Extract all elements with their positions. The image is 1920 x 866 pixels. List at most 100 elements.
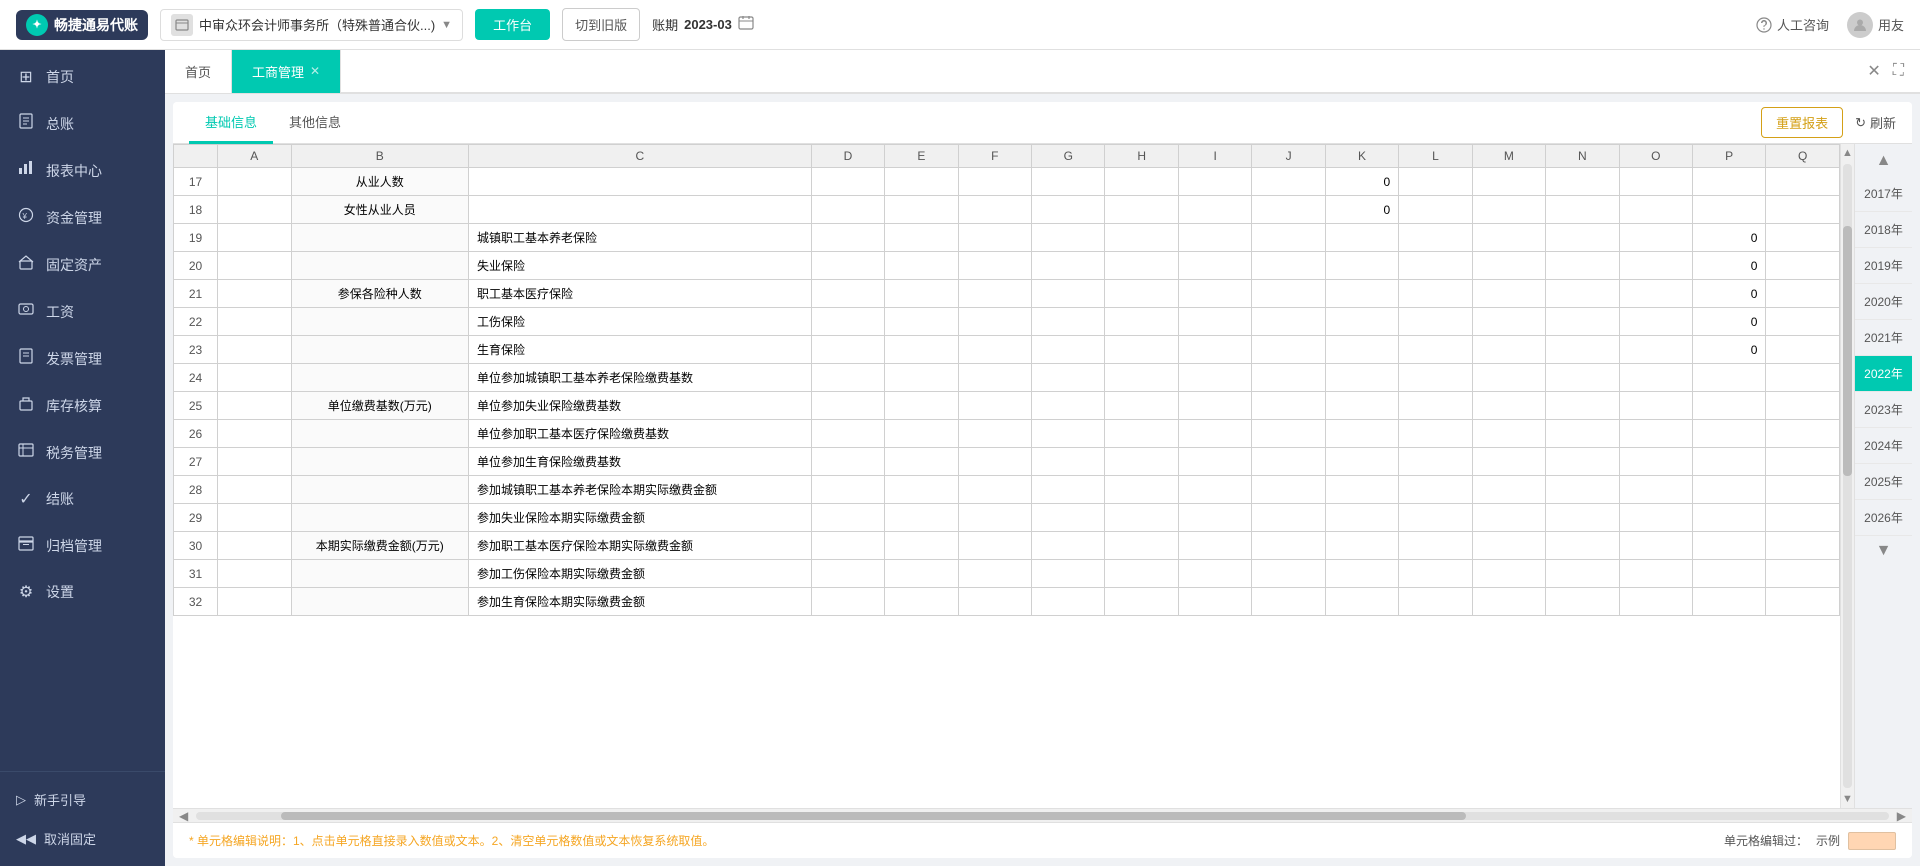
cell-23-h[interactable] [1105,336,1178,364]
cell-22-c[interactable]: 工伤保险 [468,308,811,336]
tab-commerce[interactable]: 工商管理 ✕ [232,50,341,93]
cell-29-p[interactable] [1692,504,1765,532]
cell-30-j[interactable] [1252,532,1325,560]
cell-32-g[interactable] [1032,588,1105,616]
year-nav-down[interactable]: ▼ [1855,536,1912,566]
cell-29-n[interactable] [1546,504,1619,532]
cell-24-d[interactable] [811,364,884,392]
cell-25-f[interactable] [958,392,1031,420]
cell-29-q[interactable] [1766,504,1840,532]
cell-17-k[interactable]: 0 [1325,168,1398,196]
cell-24-e[interactable] [885,364,958,392]
sidebar-item-invoice[interactable]: 发票管理 [0,335,165,382]
cell-29-l[interactable] [1399,504,1472,532]
cell-24-k[interactable] [1325,364,1398,392]
cell-25-q[interactable] [1766,392,1840,420]
cell-32-e[interactable] [885,588,958,616]
cell-30-q[interactable] [1766,532,1840,560]
cell-29-h[interactable] [1105,504,1178,532]
cell-26-q[interactable] [1766,420,1840,448]
cell-22-q[interactable] [1766,308,1840,336]
cell-30-i[interactable] [1178,532,1251,560]
cell-19-k[interactable] [1325,224,1398,252]
cell-19-e[interactable] [885,224,958,252]
cell-17-d[interactable] [811,168,884,196]
cell-18-g[interactable] [1032,196,1105,224]
cell-21-g[interactable] [1032,280,1105,308]
cell-22-k[interactable] [1325,308,1398,336]
cell-17-b[interactable]: 从业人数 [291,168,468,196]
cell-27-e[interactable] [885,448,958,476]
year-item-2020[interactable]: 2020年 [1855,284,1912,320]
cell-30-d[interactable] [811,532,884,560]
cell-20-d[interactable] [811,252,884,280]
sidebar-item-archive[interactable]: 归档管理 [0,522,165,569]
cell-17-f[interactable] [958,168,1031,196]
cell-20-f[interactable] [958,252,1031,280]
cell-27-d[interactable] [811,448,884,476]
cell-26-g[interactable] [1032,420,1105,448]
cell-31-n[interactable] [1546,560,1619,588]
cell-29-k[interactable] [1325,504,1398,532]
year-nav-up[interactable]: ▲ [1855,146,1912,176]
h-scroll-track[interactable] [196,812,1889,820]
cell-19-a[interactable] [218,224,291,252]
cell-19-c[interactable]: 城镇职工基本养老保险 [468,224,811,252]
cell-18-a[interactable] [218,196,291,224]
cell-22-j[interactable] [1252,308,1325,336]
refresh-button[interactable]: ↻ 刷新 [1855,113,1896,132]
cell-17-h[interactable] [1105,168,1178,196]
calendar-icon[interactable] [738,15,754,34]
cell-28-e[interactable] [885,476,958,504]
cell-17-j[interactable] [1252,168,1325,196]
cell-30-h[interactable] [1105,532,1178,560]
cell-25-c[interactable]: 单位参加失业保险缴费基数 [468,392,811,420]
cell-25-n[interactable] [1546,392,1619,420]
cell-18-d[interactable] [811,196,884,224]
cell-31-m[interactable] [1472,560,1545,588]
vertical-scrollbar[interactable]: ▲ ▼ [1840,144,1854,808]
cell-23-p[interactable]: 0 [1692,336,1765,364]
cell-23-n[interactable] [1546,336,1619,364]
cell-25-a[interactable] [218,392,291,420]
cell-21-o[interactable] [1619,280,1692,308]
cell-22-h[interactable] [1105,308,1178,336]
cell-21-e[interactable] [885,280,958,308]
cell-26-l[interactable] [1399,420,1472,448]
cell-31-j[interactable] [1252,560,1325,588]
cell-19-p[interactable]: 0 [1692,224,1765,252]
cell-19-b[interactable] [291,224,468,252]
cell-26-f[interactable] [958,420,1031,448]
company-selector[interactable]: 中审众环会计师事务所（特殊普通合伙...) ▼ [160,9,463,41]
cell-20-n[interactable] [1546,252,1619,280]
cell-28-b[interactable] [291,476,468,504]
cell-23-e[interactable] [885,336,958,364]
cell-24-a[interactable] [218,364,291,392]
cell-20-b[interactable] [291,252,468,280]
cell-24-f[interactable] [958,364,1031,392]
cell-23-o[interactable] [1619,336,1692,364]
cell-28-a[interactable] [218,476,291,504]
cell-31-e[interactable] [885,560,958,588]
scroll-left-button[interactable]: ◀ [175,809,192,823]
cell-22-p[interactable]: 0 [1692,308,1765,336]
cell-28-c[interactable]: 参加城镇职工基本养老保险本期实际缴费金额 [468,476,811,504]
cell-25-d[interactable] [811,392,884,420]
cell-24-p[interactable] [1692,364,1765,392]
scroll-thumb[interactable] [1843,226,1852,476]
cell-27-n[interactable] [1546,448,1619,476]
cell-32-q[interactable] [1766,588,1840,616]
cell-20-q[interactable] [1766,252,1840,280]
cell-25-o[interactable] [1619,392,1692,420]
cell-32-n[interactable] [1546,588,1619,616]
cell-21-a[interactable] [218,280,291,308]
cell-31-p[interactable] [1692,560,1765,588]
cell-25-g[interactable] [1032,392,1105,420]
cell-20-e[interactable] [885,252,958,280]
cell-29-i[interactable] [1178,504,1251,532]
cell-27-m[interactable] [1472,448,1545,476]
sidebar-item-ledger[interactable]: 总账 [0,100,165,147]
cell-25-k[interactable] [1325,392,1398,420]
cell-18-e[interactable] [885,196,958,224]
switch-version-button[interactable]: 切到旧版 [562,8,640,41]
